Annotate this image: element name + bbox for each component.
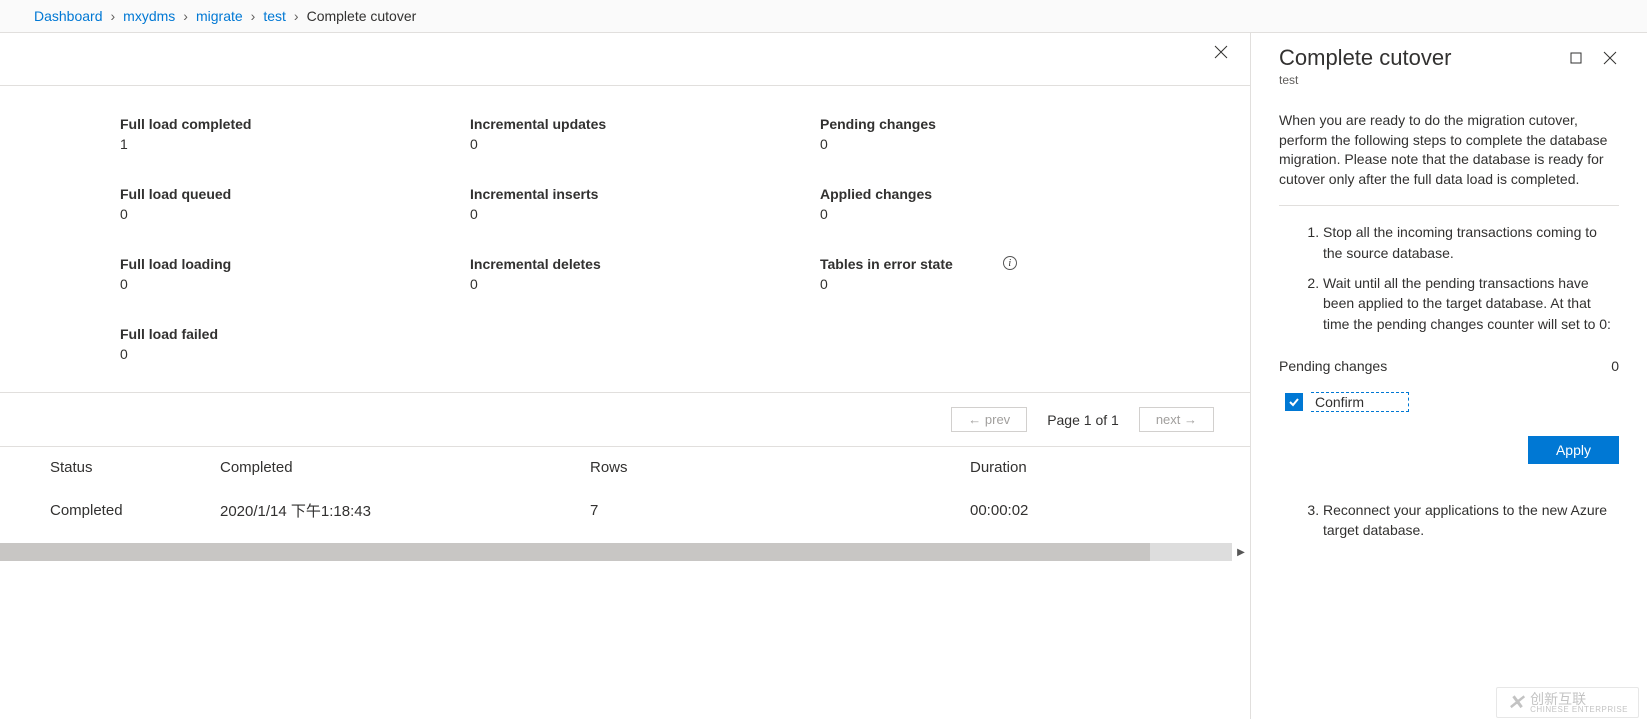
panel-title: Complete cutover [1279, 45, 1451, 71]
table-header: Status Completed Rows Duration [0, 446, 1250, 488]
steps-list-continued: Reconnect your applications to the new A… [1279, 500, 1619, 541]
stat-value: 1 [120, 136, 470, 152]
stat-label: Tables in error state [820, 256, 953, 272]
step-1: Stop all the incoming transactions comin… [1323, 222, 1619, 263]
next-button[interactable]: next → [1139, 407, 1214, 432]
stat-applied-changes: Applied changes 0 [820, 186, 1150, 222]
pending-value: 0 [1611, 358, 1619, 374]
steps-list: Stop all the incoming transactions comin… [1279, 222, 1619, 333]
maximize-icon[interactable] [1567, 49, 1585, 67]
table-row[interactable]: Completed 2020/1/14 下午1:18:43 7 00:00:02 [0, 488, 1250, 533]
chevron-right-icon: › [111, 8, 116, 24]
step-2: Wait until all the pending transactions … [1323, 273, 1619, 334]
breadcrumb-item-dashboard[interactable]: Dashboard [34, 8, 103, 24]
breadcrumb-item-mxydms[interactable]: mxydms [123, 8, 175, 24]
stat-pending-changes: Pending changes 0 [820, 116, 1150, 152]
stat-full-load-queued: Full load queued 0 [120, 186, 470, 222]
stat-value: 0 [120, 276, 470, 292]
stat-value: 0 [470, 206, 820, 222]
cell-rows: 7 [590, 502, 970, 519]
stat-label: Incremental updates [470, 116, 820, 132]
stat-value: 0 [120, 206, 470, 222]
stat-tables-in-error: Tables in error state 0 i [820, 256, 1150, 292]
stat-full-load-completed: Full load completed 1 [120, 116, 470, 152]
stat-label: Incremental deletes [470, 256, 820, 272]
apply-button[interactable]: Apply [1528, 436, 1619, 464]
chevron-right-icon: › [294, 8, 299, 24]
scrollbar-thumb[interactable] [0, 543, 1150, 561]
step-3: Reconnect your applications to the new A… [1323, 500, 1619, 541]
stat-incremental-updates: Incremental updates 0 [470, 116, 820, 152]
stat-label: Incremental inserts [470, 186, 820, 202]
pager-text: Page 1 of 1 [1047, 412, 1119, 428]
confirm-label: Confirm [1311, 392, 1409, 412]
panel-subtitle: test [1279, 73, 1451, 87]
chevron-right-icon: › [251, 8, 256, 24]
stat-value: 0 [820, 206, 1150, 222]
migration-content: Full load completed 1 Incremental update… [0, 33, 1251, 719]
col-status: Status [50, 459, 220, 476]
col-completed: Completed [220, 459, 590, 476]
panel-description: When you are ready to do the migration c… [1279, 111, 1619, 189]
chevron-right-icon: › [183, 8, 188, 24]
horizontal-scrollbar[interactable]: ▶ [0, 543, 1250, 561]
stat-value: 0 [120, 346, 470, 362]
stat-label: Full load queued [120, 186, 470, 202]
complete-cutover-panel: Complete cutover test When you are ready… [1251, 33, 1647, 719]
stats-grid: Full load completed 1 Incremental update… [0, 85, 1250, 393]
cell-status: Completed [50, 502, 220, 519]
stat-label: Pending changes [820, 116, 1150, 132]
divider [1279, 205, 1619, 206]
cell-completed: 2020/1/14 下午1:18:43 [220, 500, 590, 521]
stat-incremental-inserts: Incremental inserts 0 [470, 186, 820, 222]
stat-label: Applied changes [820, 186, 1150, 202]
cell-duration: 00:00:02 [970, 502, 1200, 519]
pager: ← prev Page 1 of 1 next → [0, 393, 1250, 446]
info-icon[interactable]: i [1003, 256, 1017, 270]
breadcrumb-current: Complete cutover [307, 8, 417, 24]
stat-value: 0 [820, 276, 953, 292]
breadcrumb: Dashboard › mxydms › migrate › test › Co… [0, 0, 1647, 33]
col-duration: Duration [970, 459, 1200, 476]
scroll-right-icon[interactable]: ▶ [1232, 543, 1250, 561]
pending-label: Pending changes [1279, 358, 1387, 374]
stat-incremental-deletes: Incremental deletes 0 [470, 256, 820, 292]
close-icon[interactable] [1601, 49, 1619, 67]
stat-label: Full load failed [120, 326, 470, 342]
close-icon[interactable] [1212, 43, 1230, 61]
stat-value: 0 [820, 136, 1150, 152]
stat-value: 0 [470, 136, 820, 152]
stat-value: 0 [470, 276, 820, 292]
breadcrumb-item-test[interactable]: test [263, 8, 286, 24]
prev-button[interactable]: ← prev [951, 407, 1027, 432]
confirm-checkbox[interactable] [1285, 393, 1303, 411]
breadcrumb-item-migrate[interactable]: migrate [196, 8, 243, 24]
stat-full-load-failed: Full load failed 0 [120, 326, 470, 362]
pending-changes-row: Pending changes 0 [1279, 358, 1619, 374]
stat-full-load-loading: Full load loading 0 [120, 256, 470, 292]
col-rows: Rows [590, 459, 970, 476]
stat-label: Full load loading [120, 256, 470, 272]
stat-label: Full load completed [120, 116, 470, 132]
